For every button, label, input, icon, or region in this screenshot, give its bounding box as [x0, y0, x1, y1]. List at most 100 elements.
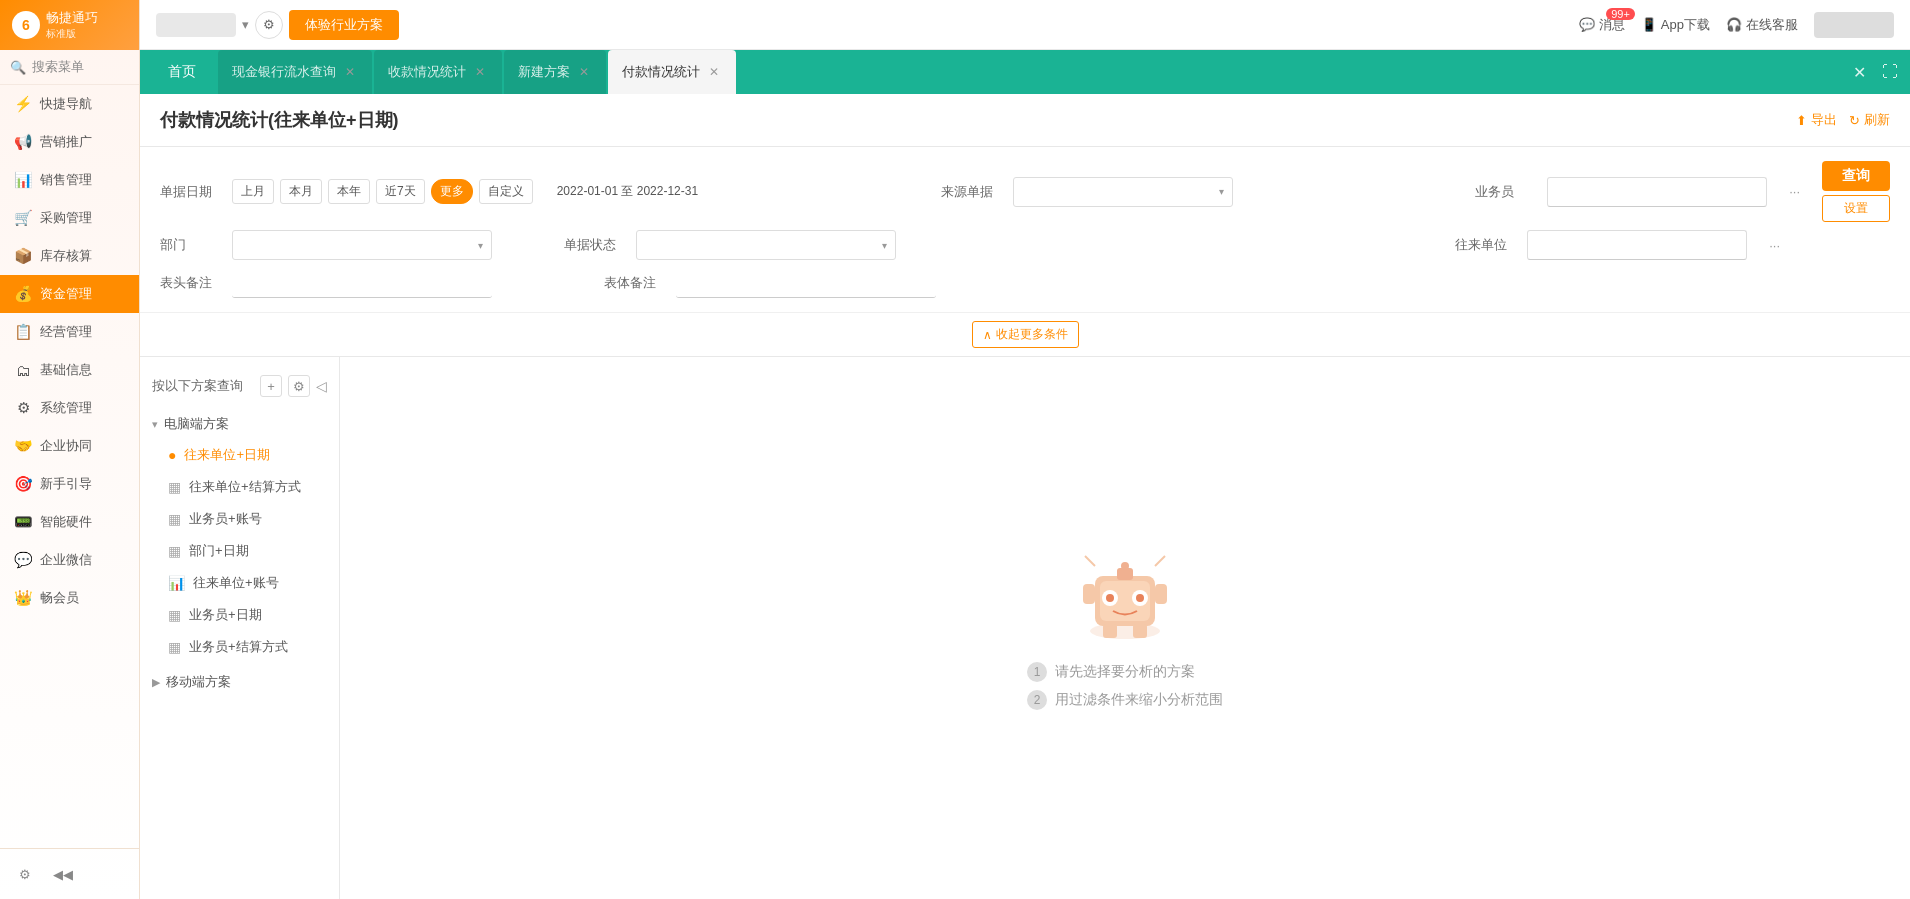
this-year-btn[interactable]: 本年	[328, 179, 370, 204]
sidebar-item-finance[interactable]: 💰 资金管理	[0, 275, 139, 313]
marketing-icon: 📢	[14, 133, 32, 151]
purchase-icon: 🛒	[14, 209, 32, 227]
svg-rect-12	[1133, 624, 1147, 638]
page-title: 付款情况统计(往来单位+日期)	[160, 108, 399, 132]
dropdown-arrow-icon[interactable]: ▾	[242, 17, 249, 32]
scheme-item-counterpart-settle[interactable]: ▦ 往来单位+结算方式	[140, 471, 339, 503]
tab-fullscreen-icon[interactable]: ⛶	[1878, 59, 1902, 85]
sidebar-search[interactable]: 🔍 搜索菜单	[0, 50, 139, 85]
salesman-date-label: 业务员+日期	[189, 606, 262, 624]
sidebar-item-vip[interactable]: 👑 畅会员	[0, 579, 139, 617]
guide-label: 新手引导	[40, 475, 92, 493]
settings-mini-button[interactable]: 设置	[1822, 195, 1890, 222]
tab-cashflow[interactable]: 现金银行流水查询 ✕	[218, 50, 372, 94]
scheme-panel-collapse-btn[interactable]: ◁	[316, 378, 327, 394]
app-download-btn[interactable]: 📱 App下载	[1641, 16, 1710, 34]
system-label: 系统管理	[40, 399, 92, 417]
tab-home[interactable]: 首页	[148, 50, 216, 94]
sidebar-item-sales[interactable]: 📊 销售管理	[0, 161, 139, 199]
sidebar-collapse-btn[interactable]: ◀◀	[48, 859, 78, 889]
date-range-display: 2022-01-01 至 2022-12-31	[557, 183, 698, 200]
sidebar-item-hardware[interactable]: 📟 智能硬件	[0, 503, 139, 541]
header-note-input[interactable]	[232, 268, 492, 298]
sidebar-item-wechat[interactable]: 💬 企业微信	[0, 541, 139, 579]
tab-cashflow-close[interactable]: ✕	[342, 64, 358, 80]
counterpart-input[interactable]	[1527, 230, 1747, 260]
sidebar-item-base[interactable]: 🗂 基础信息	[0, 351, 139, 389]
tab-payments[interactable]: 付款情况统计 ✕	[608, 50, 736, 94]
body-note-input[interactable]	[676, 268, 936, 298]
this-month-btn[interactable]: 本月	[280, 179, 322, 204]
body-note-label: 表体备注	[604, 274, 660, 292]
custom-date-btn[interactable]: 自定义	[479, 179, 533, 204]
sidebar-item-inventory[interactable]: 📦 库存核算	[0, 237, 139, 275]
mobile-section-title: 移动端方案	[166, 673, 231, 691]
scheme-item-dept-date[interactable]: ▦ 部门+日期	[140, 535, 339, 567]
sidebar-item-shortcuts[interactable]: ⚡ 快捷导航	[0, 85, 139, 123]
svg-point-5	[1106, 594, 1114, 602]
last-month-btn[interactable]: 上月	[232, 179, 274, 204]
hardware-icon: 📟	[14, 513, 32, 531]
guide-icon: 🎯	[14, 475, 32, 493]
counterpart-date-icon: ●	[168, 447, 176, 463]
export-button[interactable]: ⬆ 导出	[1796, 111, 1837, 129]
mobile-section-header[interactable]: ▶ 移动端方案	[140, 667, 339, 697]
messages-btn[interactable]: 💬 消息 99+	[1579, 16, 1625, 34]
header-user-avatar[interactable]	[1814, 12, 1894, 38]
sidebar-settings-btn[interactable]: ⚙	[10, 859, 40, 889]
message-icon: 💬	[1579, 17, 1595, 32]
sidebar-item-guide[interactable]: 🎯 新手引导	[0, 465, 139, 503]
sidebar-item-purchase[interactable]: 🛒 采购管理	[0, 199, 139, 237]
header-settings-btn[interactable]: ⚙	[255, 11, 283, 39]
tab-close-all-icon[interactable]: ✕	[1849, 59, 1870, 86]
salesman-input[interactable]	[1547, 177, 1767, 207]
page-header: 付款情况统计(往来单位+日期) ⬆ 导出 ↻ 刷新	[140, 94, 1910, 147]
filter-row-2: 部门 ▾ 单据状态 ▾ 往来单位 ···	[160, 230, 1890, 260]
scheme-panel-actions: + ⚙ ◁	[260, 375, 327, 397]
trial-button[interactable]: 体验行业方案	[289, 10, 399, 40]
sidebar-item-operations[interactable]: 📋 经营管理	[0, 313, 139, 351]
refresh-button[interactable]: ↻ 刷新	[1849, 111, 1890, 129]
scheme-item-counterpart-date[interactable]: ● 往来单位+日期	[140, 439, 339, 471]
tab-receipts-label: 收款情况统计	[388, 63, 466, 81]
salesman-more-btn[interactable]: ···	[1783, 184, 1806, 199]
salesman-account-icon: ▦	[168, 511, 181, 527]
refresh-icon: ↻	[1849, 113, 1860, 128]
dept-select[interactable]: ▾	[232, 230, 492, 260]
counterpart-settle-label: 往来单位+结算方式	[189, 478, 301, 496]
counterpart-more-btn[interactable]: ···	[1763, 238, 1786, 253]
add-scheme-btn[interactable]: +	[260, 375, 282, 397]
collapse-conditions-btn[interactable]: ∧ 收起更多条件	[972, 321, 1079, 348]
last-7-days-btn[interactable]: 近7天	[376, 179, 425, 204]
query-button[interactable]: 查询	[1822, 161, 1890, 191]
scheme-item-counterpart-account[interactable]: 📊 往来单位+账号	[140, 567, 339, 599]
scheme-item-salesman-date[interactable]: ▦ 业务员+日期	[140, 599, 339, 631]
filter-row-1: 单据日期 上月 本月 本年 近7天 更多 自定义 2022-01-01 至 20…	[160, 161, 1890, 222]
inventory-label: 库存核算	[40, 247, 92, 265]
export-label: 导出	[1811, 111, 1837, 129]
scheme-item-salesman-settle[interactable]: ▦ 业务员+结算方式	[140, 631, 339, 663]
scheme-settings-btn[interactable]: ⚙	[288, 375, 310, 397]
tab-receipts[interactable]: 收款情况统计 ✕	[374, 50, 502, 94]
more-dates-btn[interactable]: 更多	[431, 179, 473, 204]
empty-hint-1: 1 请先选择要分析的方案	[1027, 662, 1223, 682]
counterpart-account-icon: 📊	[168, 575, 185, 591]
source-select[interactable]: ▾	[1013, 177, 1233, 207]
empty-hint-2: 2 用过滤条件来缩小分析范围	[1027, 690, 1223, 710]
source-label: 来源单据	[941, 183, 997, 201]
sidebar-item-marketing[interactable]: 📢 营销推广	[0, 123, 139, 161]
sidebar-item-coop[interactable]: 🤝 企业协同	[0, 427, 139, 465]
sidebar-logo: 6 畅捷通巧 标准版	[0, 0, 139, 50]
scheme-item-salesman-account[interactable]: ▦ 业务员+账号	[140, 503, 339, 535]
doc-status-select[interactable]: ▾	[636, 230, 896, 260]
desktop-section-header[interactable]: ▾ 电脑端方案	[140, 409, 339, 439]
sidebar-item-system[interactable]: ⚙ 系统管理	[0, 389, 139, 427]
tab-new-scheme[interactable]: 新建方案 ✕	[504, 50, 606, 94]
inventory-icon: 📦	[14, 247, 32, 265]
tab-receipts-close[interactable]: ✕	[472, 64, 488, 80]
vip-label: 畅会员	[40, 589, 79, 607]
tab-payments-close[interactable]: ✕	[706, 64, 722, 80]
tab-new-scheme-close[interactable]: ✕	[576, 64, 592, 80]
online-service-btn[interactable]: 🎧 在线客服	[1726, 16, 1798, 34]
finance-icon: 💰	[14, 285, 32, 303]
